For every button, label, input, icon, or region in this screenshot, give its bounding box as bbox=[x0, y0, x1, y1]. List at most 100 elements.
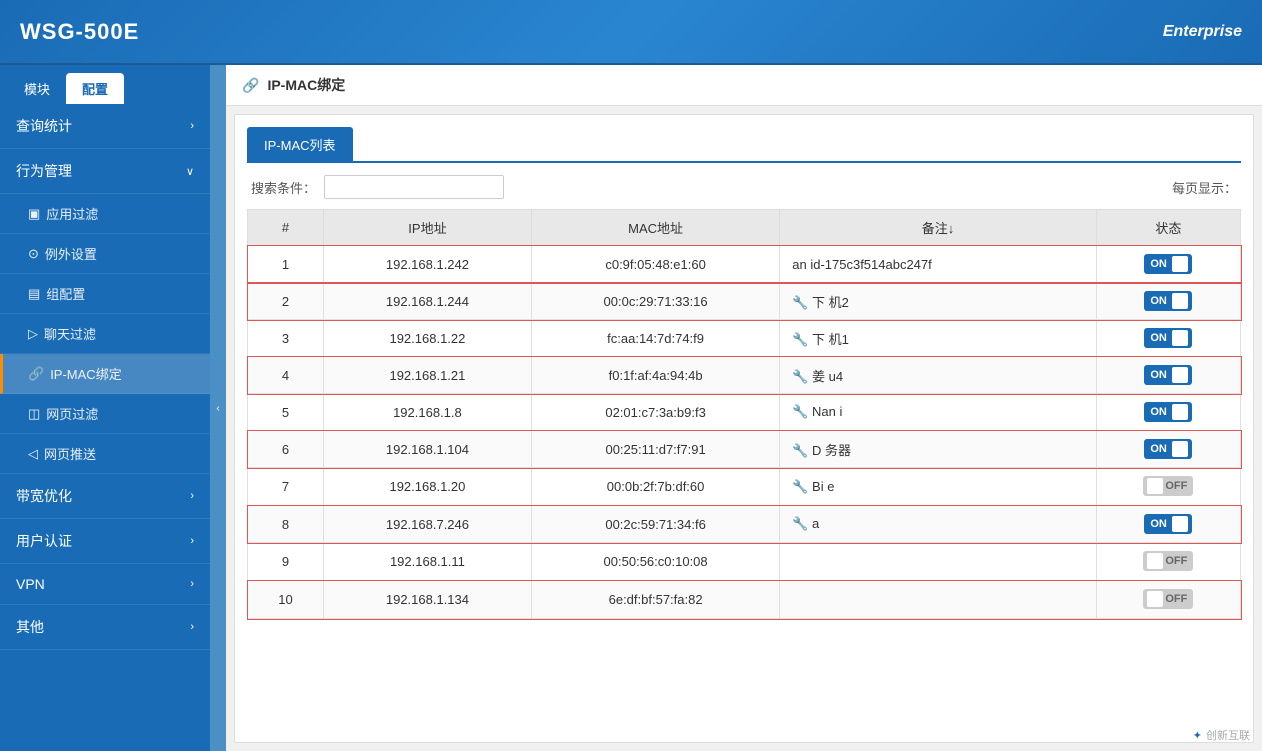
chat-filter-icon: ▷ bbox=[28, 326, 38, 342]
table-row: 4192.168.1.21f0:1f:af:4a:94:4b🔧 姜 u4 ON bbox=[248, 357, 1241, 394]
cell-id: 6 bbox=[248, 431, 324, 468]
chevron-right-icon: › bbox=[190, 120, 194, 132]
cell-status: ON bbox=[1096, 246, 1240, 283]
sidebar-item-web-push[interactable]: ◁ 网页推送 bbox=[0, 434, 210, 474]
cell-note bbox=[780, 581, 1096, 619]
toggle-on-button[interactable]: ON bbox=[1144, 291, 1192, 311]
col-header-ip: IP地址 bbox=[323, 210, 531, 246]
sidebar-item-query-stats[interactable]: 查询统计 › bbox=[0, 104, 210, 149]
cell-id: 2 bbox=[248, 283, 324, 320]
table-row: 2192.168.1.24400:0c:29:71:33:16🔧 下 机2 ON bbox=[248, 283, 1241, 320]
sidebar-item-chat-filter[interactable]: ▷ 聊天过滤 bbox=[0, 314, 210, 354]
watermark-text: 创新互联 bbox=[1206, 727, 1250, 743]
cell-id: 9 bbox=[248, 543, 324, 581]
toggle-on-button[interactable]: ON bbox=[1144, 365, 1192, 385]
toggle-off-button[interactable]: OFF bbox=[1143, 476, 1193, 496]
nav-label-exception: 例外设置 bbox=[45, 244, 97, 263]
col-header-note: 备注↓ bbox=[780, 210, 1096, 246]
nav-label-chat-filter: 聊天过滤 bbox=[44, 324, 96, 343]
toggle-off-label: OFF bbox=[1163, 593, 1189, 605]
table-row: 8192.168.7.24600:2c:59:71:34:f6🔧 a ON bbox=[248, 506, 1241, 543]
sidebar-item-vpn[interactable]: VPN › bbox=[0, 564, 210, 605]
sidebar-tab-config[interactable]: 配置 bbox=[66, 73, 124, 104]
table-row: 6192.168.1.10400:25:11:d7:f7:91🔧 D 务器 ON bbox=[248, 431, 1241, 468]
nav-label-vpn: VPN bbox=[16, 576, 45, 592]
nav-label-bandwidth: 带宽优化 bbox=[16, 486, 72, 506]
cell-mac: c0:9f:05:48:e1:60 bbox=[531, 246, 779, 283]
sidebar-collapse-button[interactable]: ‹ bbox=[210, 65, 226, 751]
cell-mac: 00:25:11:d7:f7:91 bbox=[531, 431, 779, 468]
cell-mac: 02:01:c7:3a:b9:f3 bbox=[531, 394, 779, 431]
cell-mac: 6e:df:bf:57:fa:82 bbox=[531, 581, 779, 619]
toggle-on-label: ON bbox=[1148, 332, 1169, 344]
sidebar-item-user-auth[interactable]: 用户认证 › bbox=[0, 519, 210, 564]
app-header: WSG-500E Enterprise bbox=[0, 0, 1262, 65]
tab-ip-mac-list[interactable]: IP-MAC列表 bbox=[247, 127, 353, 161]
cell-ip: 192.168.1.11 bbox=[323, 543, 531, 581]
sidebar-item-bandwidth[interactable]: 带宽优化 › bbox=[0, 474, 210, 519]
page-title: IP-MAC绑定 bbox=[267, 75, 345, 95]
sidebar-item-web-filter[interactable]: ◫ 网页过滤 bbox=[0, 394, 210, 434]
cell-note: 🔧 Nan i bbox=[780, 394, 1096, 431]
cell-note: 🔧 姜 u4 bbox=[780, 357, 1096, 394]
toggle-on-button[interactable]: ON bbox=[1144, 328, 1192, 348]
page-header-icon: 🔗 bbox=[242, 77, 259, 94]
toggle-thumb bbox=[1172, 404, 1188, 420]
toggle-thumb bbox=[1147, 553, 1163, 569]
enterprise-label: Enterprise bbox=[1163, 23, 1242, 41]
toggle-on-button[interactable]: ON bbox=[1144, 254, 1192, 274]
sidebar-item-group-config[interactable]: ▤ 组配置 bbox=[0, 274, 210, 314]
sidebar-item-behavior[interactable]: 行为管理 ∨ bbox=[0, 149, 210, 194]
group-config-icon: ▤ bbox=[28, 286, 40, 302]
cell-id: 5 bbox=[248, 394, 324, 431]
nav-label-group-config: 组配置 bbox=[46, 284, 85, 303]
chevron-right-icon-auth: › bbox=[190, 535, 194, 547]
toggle-on-label: ON bbox=[1148, 369, 1169, 381]
cell-ip: 192.168.1.134 bbox=[323, 581, 531, 619]
toggle-thumb bbox=[1172, 293, 1188, 309]
cell-status: OFF bbox=[1096, 468, 1240, 506]
cell-status: ON bbox=[1096, 394, 1240, 431]
toggle-on-button[interactable]: ON bbox=[1144, 439, 1192, 459]
toggle-off-button[interactable]: OFF bbox=[1143, 589, 1193, 609]
chevron-down-icon: ∨ bbox=[186, 165, 194, 178]
toggle-thumb bbox=[1172, 516, 1188, 532]
sidebar-tab-module[interactable]: 模块 bbox=[8, 73, 66, 104]
app-filter-icon: ▣ bbox=[28, 206, 40, 222]
toggle-thumb bbox=[1147, 478, 1163, 494]
cell-note bbox=[780, 543, 1096, 581]
content-area: IP-MAC列表 搜索条件： 每页显示： # IP地址 MAC地址 bbox=[234, 114, 1254, 743]
table-row: 7192.168.1.2000:0b:2f:7b:df:60🔧 Bi e OFF bbox=[248, 468, 1241, 506]
page-header: 🔗 IP-MAC绑定 bbox=[226, 65, 1262, 106]
sidebar-item-exception[interactable]: ⊙ 例外设置 bbox=[0, 234, 210, 274]
cell-status: ON bbox=[1096, 283, 1240, 320]
cell-mac: 00:0c:29:71:33:16 bbox=[531, 283, 779, 320]
cell-ip: 192.168.1.104 bbox=[323, 431, 531, 468]
toggle-on-button[interactable]: ON bbox=[1144, 514, 1192, 534]
cell-note: 🔧 D 务器 bbox=[780, 431, 1096, 468]
sidebar-nav: 查询统计 › 行为管理 ∨ ▣ 应用过滤 ⊙ 例外设置 ▤ bbox=[0, 104, 210, 751]
toggle-on-button[interactable]: ON bbox=[1144, 402, 1192, 422]
main-content: 🔗 IP-MAC绑定 IP-MAC列表 搜索条件： 每页显示： bbox=[226, 65, 1262, 751]
sidebar-item-other[interactable]: 其他 › bbox=[0, 605, 210, 650]
toggle-thumb bbox=[1172, 441, 1188, 457]
cell-status: ON bbox=[1096, 320, 1240, 357]
cell-status: ON bbox=[1096, 506, 1240, 543]
content-tabs: IP-MAC列表 bbox=[247, 127, 1241, 163]
nav-label-ip-mac: IP-MAC绑定 bbox=[50, 364, 122, 383]
table-row: 10192.168.1.1346e:df:bf:57:fa:82 OFF bbox=[248, 581, 1241, 619]
cell-note: 🔧 下 机1 bbox=[780, 320, 1096, 357]
chevron-right-icon-other: › bbox=[190, 621, 194, 633]
cell-note: an id-175c3f514abc247f bbox=[780, 246, 1096, 283]
nav-label-app-filter: 应用过滤 bbox=[46, 204, 98, 223]
table-row: 9192.168.1.1100:50:56:c0:10:08 OFF bbox=[248, 543, 1241, 581]
ip-mac-table: # IP地址 MAC地址 备注↓ 状态 1192.168.1.242c0:9f:… bbox=[247, 209, 1241, 619]
toggle-off-button[interactable]: OFF bbox=[1143, 551, 1193, 571]
sidebar-item-ip-mac[interactable]: 🔗 IP-MAC绑定 bbox=[0, 354, 210, 394]
search-input[interactable] bbox=[324, 175, 504, 199]
cell-ip: 192.168.1.20 bbox=[323, 468, 531, 506]
col-header-mac: MAC地址 bbox=[531, 210, 779, 246]
nav-label-behavior: 行为管理 bbox=[16, 161, 72, 181]
sidebar-item-app-filter[interactable]: ▣ 应用过滤 bbox=[0, 194, 210, 234]
exception-icon: ⊙ bbox=[28, 246, 39, 262]
